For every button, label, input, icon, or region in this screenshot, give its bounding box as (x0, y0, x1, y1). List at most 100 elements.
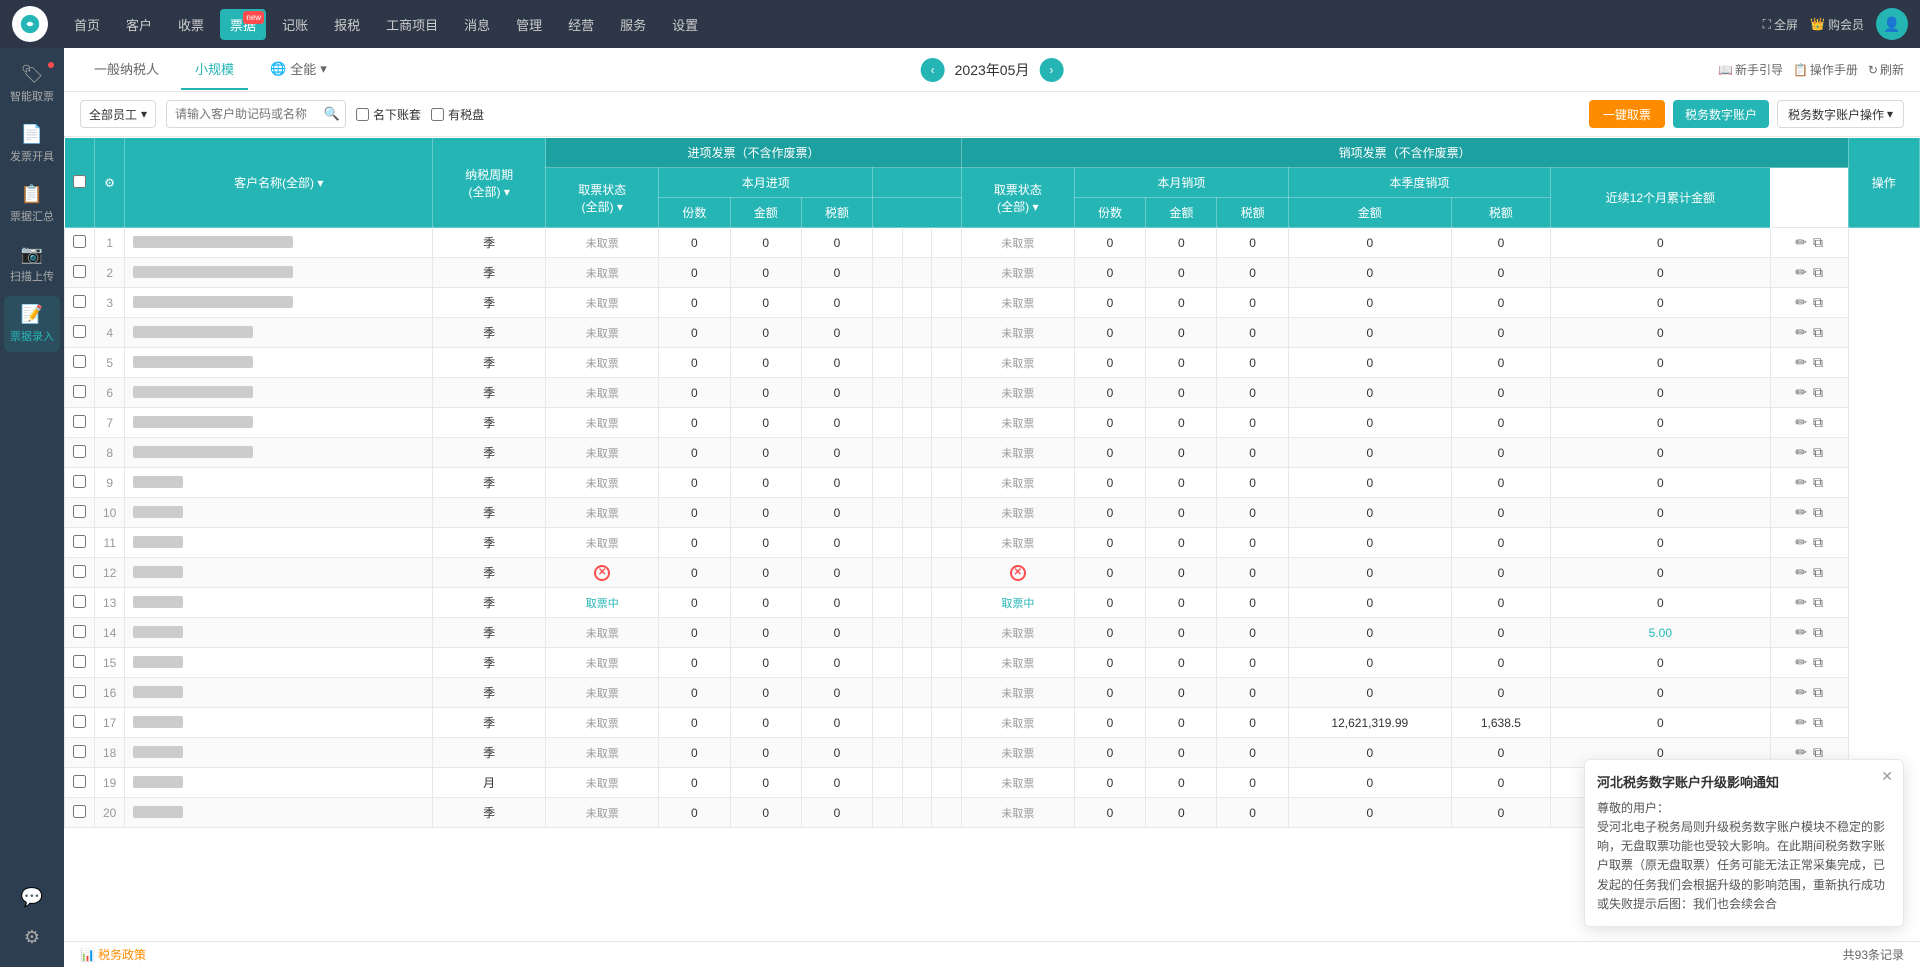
sidebar-item-invoice-open[interactable]: 📄 发票开具 (4, 116, 60, 172)
digital-account-btn[interactable]: 税务数字账户 (1673, 100, 1769, 128)
sidebar-chat-icon[interactable]: 💬 (14, 879, 50, 915)
nav-operations[interactable]: 经营 (558, 9, 604, 40)
copy-icon[interactable]: ⧉ (1813, 534, 1823, 551)
checkbox-subaccount[interactable]: 名下账套 (356, 106, 421, 123)
edit-icon[interactable]: ✏ (1795, 444, 1807, 461)
edit-icon[interactable]: ✏ (1795, 414, 1807, 431)
row-checkbox-cell[interactable] (65, 468, 95, 498)
nav-tax[interactable]: 报税 (324, 9, 370, 40)
edit-icon[interactable]: ✏ (1795, 564, 1807, 581)
filter-icon[interactable]: ▾ (317, 176, 323, 190)
new-guide-btn[interactable]: 📖 新手引导 (1718, 61, 1783, 78)
sidebar-item-invoice-entry[interactable]: 📝 票据录入 (4, 296, 60, 352)
row-checkbox-cell[interactable] (65, 768, 95, 798)
row-checkbox-cell[interactable] (65, 798, 95, 828)
row-checkbox[interactable] (73, 625, 86, 638)
row-checkbox[interactable] (73, 775, 86, 788)
tab-general-taxpayer[interactable]: 一般纳税人 (80, 49, 173, 90)
member-btn[interactable]: 👑 购会员 (1810, 16, 1864, 33)
edit-icon[interactable]: ✏ (1795, 294, 1807, 311)
row-checkbox[interactable] (73, 385, 86, 398)
fullscreen-btn[interactable]: ⛶ 全屏 (1763, 16, 1798, 33)
nav-services[interactable]: 服务 (610, 9, 656, 40)
checkbox-taxdisk-input[interactable] (431, 108, 444, 121)
row-checkbox[interactable] (73, 415, 86, 428)
row-checkbox[interactable] (73, 325, 86, 338)
edit-icon[interactable]: ✏ (1795, 534, 1807, 551)
quick-fetch-btn[interactable]: 一键取票 (1589, 100, 1665, 128)
row-checkbox[interactable] (73, 355, 86, 368)
row-checkbox[interactable] (73, 295, 86, 308)
copy-icon[interactable]: ⧉ (1813, 324, 1823, 341)
row-checkbox[interactable] (73, 475, 86, 488)
row-checkbox-cell[interactable] (65, 258, 95, 288)
edit-icon[interactable]: ✏ (1795, 684, 1807, 701)
row-checkbox-cell[interactable] (65, 438, 95, 468)
copy-icon[interactable]: ⧉ (1813, 414, 1823, 431)
edit-icon[interactable]: ✏ (1795, 714, 1807, 731)
row-checkbox-cell[interactable] (65, 348, 95, 378)
edit-icon[interactable]: ✏ (1795, 264, 1807, 281)
checkbox-taxdisk[interactable]: 有税盘 (431, 106, 484, 123)
row-checkbox[interactable] (73, 445, 86, 458)
nav-accounting[interactable]: 记账 (272, 9, 318, 40)
copy-icon[interactable]: ⧉ (1813, 504, 1823, 521)
copy-icon[interactable]: ⧉ (1813, 594, 1823, 611)
row-checkbox-cell[interactable] (65, 228, 95, 258)
row-checkbox[interactable] (73, 655, 86, 668)
row-checkbox-cell[interactable] (65, 528, 95, 558)
tax-policy-link[interactable]: 📊 税务政策 (80, 946, 146, 963)
row-checkbox-cell[interactable] (65, 648, 95, 678)
select-all-checkbox[interactable] (73, 175, 86, 188)
date-next-btn[interactable]: › (1039, 58, 1063, 82)
row-checkbox-cell[interactable] (65, 378, 95, 408)
row-checkbox[interactable] (73, 715, 86, 728)
row-checkbox[interactable] (73, 685, 86, 698)
row-checkbox[interactable] (73, 805, 86, 818)
edit-icon[interactable]: ✏ (1795, 474, 1807, 491)
row-checkbox-cell[interactable] (65, 408, 95, 438)
row-checkbox-cell[interactable] (65, 678, 95, 708)
refresh-btn[interactable]: ↻ 刷新 (1868, 61, 1904, 78)
search-icon[interactable]: 🔍 (324, 106, 340, 122)
copy-icon[interactable]: ⧉ (1813, 474, 1823, 491)
nav-messages[interactable]: 消息 (454, 9, 500, 40)
row-checkbox-cell[interactable] (65, 618, 95, 648)
copy-icon[interactable]: ⧉ (1813, 234, 1823, 251)
row-checkbox[interactable] (73, 745, 86, 758)
nav-invoice[interactable]: 票据 new (220, 9, 266, 40)
nav-home[interactable]: 首页 (64, 9, 110, 40)
row-checkbox-cell[interactable] (65, 498, 95, 528)
copy-icon[interactable]: ⧉ (1813, 294, 1823, 311)
edit-icon[interactable]: ✏ (1795, 624, 1807, 641)
copy-icon[interactable]: ⧉ (1813, 384, 1823, 401)
nav-client[interactable]: 客户 (116, 9, 162, 40)
copy-icon[interactable]: ⧉ (1813, 654, 1823, 671)
filter-icon[interactable]: ▾ (1032, 200, 1038, 214)
edit-icon[interactable]: ✏ (1795, 354, 1807, 371)
sidebar-item-smart-ticket[interactable]: 🏷 智能取票 (4, 56, 60, 112)
copy-icon[interactable]: ⧉ (1813, 684, 1823, 701)
copy-icon[interactable]: ⧉ (1813, 714, 1823, 731)
nav-receive[interactable]: 收票 (168, 9, 214, 40)
tab-all-type[interactable]: 🌐 全能 ▾ (256, 49, 341, 90)
manual-btn[interactable]: 📋 操作手册 (1793, 61, 1858, 78)
row-checkbox-cell[interactable] (65, 708, 95, 738)
date-prev-btn[interactable]: ‹ (921, 58, 945, 82)
copy-icon[interactable]: ⧉ (1813, 354, 1823, 371)
row-checkbox[interactable] (73, 565, 86, 578)
row-checkbox-cell[interactable] (65, 588, 95, 618)
row-checkbox[interactable] (73, 505, 86, 518)
row-checkbox[interactable] (73, 595, 86, 608)
edit-icon[interactable]: ✏ (1795, 234, 1807, 251)
row-checkbox[interactable] (73, 265, 86, 278)
copy-icon[interactable]: ⧉ (1813, 624, 1823, 641)
user-avatar[interactable]: 👤 (1876, 8, 1908, 40)
nav-commerce[interactable]: 工商项目 (376, 9, 448, 40)
edit-icon[interactable]: ✏ (1795, 594, 1807, 611)
edit-icon[interactable]: ✏ (1795, 504, 1807, 521)
edit-icon[interactable]: ✏ (1795, 324, 1807, 341)
tab-small-scale[interactable]: 小规模 (181, 49, 248, 90)
row-checkbox-cell[interactable] (65, 558, 95, 588)
copy-icon[interactable]: ⧉ (1813, 264, 1823, 281)
